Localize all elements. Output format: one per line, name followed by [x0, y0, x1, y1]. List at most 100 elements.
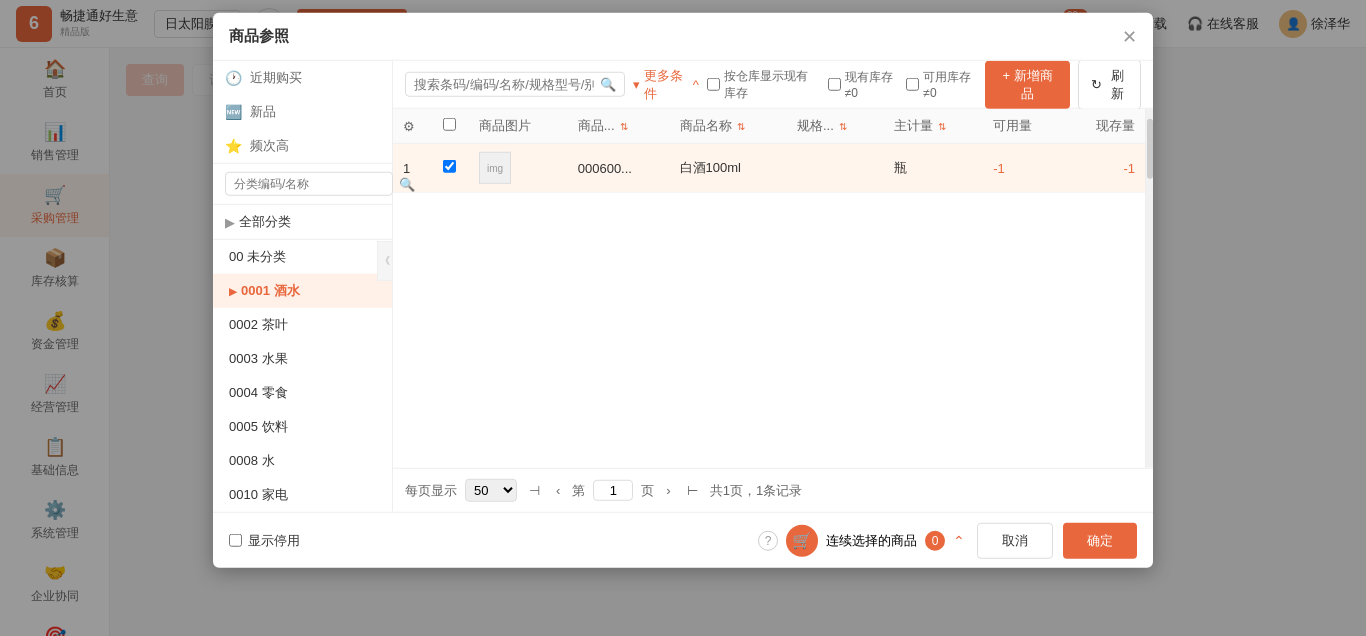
- modal-body: 🕐 近期购买 🆕 新品 ⭐ 频次高 《 🔍: [213, 61, 1153, 512]
- show-disabled-input[interactable]: [229, 534, 242, 547]
- show-disabled-checkbox[interactable]: 显示停用: [229, 531, 300, 549]
- cat-item-0005[interactable]: 0005 饮料: [213, 410, 392, 444]
- next-page-button[interactable]: ›: [662, 481, 674, 500]
- row-checkbox-cell: [433, 143, 469, 192]
- product-stock: -1: [1123, 160, 1135, 175]
- clock-icon: 🕐: [225, 70, 242, 86]
- table-body: 1 img 000600...: [393, 143, 1145, 192]
- warehouse-stock-checkbox[interactable]: 按仓库显示现有库存: [707, 67, 820, 101]
- quick-label-recent: 近期购买: [250, 69, 302, 87]
- cat-item-unclassified[interactable]: 00 未分类: [213, 240, 392, 274]
- row-checkbox[interactable]: [443, 160, 456, 173]
- th-available-label: 可用量: [993, 118, 1032, 133]
- search-icon[interactable]: 🔍: [399, 176, 415, 191]
- prev-page-button[interactable]: ‹: [552, 481, 564, 500]
- page-input[interactable]: [593, 480, 633, 501]
- refresh-button[interactable]: ↻ 刷新: [1078, 61, 1141, 110]
- checkbox-col-header: [433, 109, 469, 144]
- avail-nonzero-checkbox[interactable]: 可用库存≠0: [906, 69, 977, 100]
- collapse-button[interactable]: 《: [377, 241, 393, 281]
- cat-item-0001[interactable]: ▶ 0001 酒水: [213, 274, 392, 308]
- th-code[interactable]: 商品... ⇅: [568, 109, 670, 144]
- th-name[interactable]: 商品名称 ⇅: [670, 109, 787, 144]
- triangle-icon: ▶: [225, 214, 235, 229]
- shopping-cart-icon[interactable]: 🛒: [786, 524, 818, 556]
- cat-label-0001: 0001 酒水: [241, 282, 300, 300]
- row-stock-cell: -1: [1064, 143, 1145, 192]
- th-unit[interactable]: 主计量 ⇅: [884, 109, 984, 144]
- modal-header: 商品参照 ✕: [213, 13, 1153, 61]
- sort-icon-name: ⇅: [737, 121, 745, 132]
- stock-nonzero-input[interactable]: [828, 78, 841, 91]
- filter-icon: ▾: [633, 77, 640, 92]
- cat-item-0008[interactable]: 0008 水: [213, 444, 392, 478]
- th-spec[interactable]: 规格... ⇅: [787, 109, 884, 144]
- avail-nonzero-input[interactable]: [906, 78, 919, 91]
- product-unit: 瓶: [894, 160, 907, 175]
- add-product-button[interactable]: + 新增商品: [985, 61, 1070, 109]
- category-search: 🔍: [213, 164, 392, 205]
- scrollbar-thumb: [1147, 119, 1153, 179]
- product-table-wrap: ⚙ 商品图片 商品... ⇅: [393, 109, 1145, 468]
- row-image-cell: img: [469, 143, 568, 192]
- last-page-button[interactable]: ⊢: [683, 481, 702, 500]
- product-search-box: 🔍: [405, 72, 625, 97]
- table-container: ⚙ 商品图片 商品... ⇅: [393, 109, 1153, 468]
- search-icon[interactable]: 🔍: [600, 77, 616, 92]
- quick-label-frequent: 频次高: [250, 137, 289, 155]
- cat-label-0002: 0002 茶叶: [229, 316, 288, 334]
- cat-item-0002[interactable]: 0002 茶叶: [213, 308, 392, 342]
- product-search-input[interactable]: [414, 77, 594, 92]
- stock-nonzero-checkbox[interactable]: 现有库存≠0: [828, 69, 899, 100]
- cart-section: ? 🛒 连续选择的商品 0 ⌃: [758, 524, 965, 556]
- th-unit-label: 主计量: [894, 118, 933, 133]
- vertical-scrollbar[interactable]: [1145, 109, 1153, 468]
- cat-label-0008: 0008 水: [229, 452, 275, 470]
- row-spec-cell: [787, 143, 884, 192]
- settings-col-header: ⚙: [393, 109, 433, 144]
- quick-label-new: 新品: [250, 103, 276, 121]
- row-name-cell: 白酒100ml: [670, 143, 787, 192]
- new-icon: 🆕: [225, 104, 242, 120]
- collapse-cart-icon[interactable]: ⌃: [953, 532, 965, 548]
- stock-nonzero-label: 现有库存≠0: [845, 69, 899, 100]
- product-panel: 🔍 ▾ 更多条件 ^ 按仓库显示现有库存 现有库存≠0 可用库存≠0: [393, 61, 1153, 512]
- refresh-icon: ↻: [1091, 77, 1102, 92]
- cat-item-0004[interactable]: 0004 零食: [213, 376, 392, 410]
- filter-label: 更多条件: [644, 66, 689, 102]
- cancel-button[interactable]: 取消: [977, 522, 1053, 558]
- all-categories[interactable]: ▶ 全部分类: [213, 205, 392, 240]
- settings-icon[interactable]: ⚙: [403, 118, 415, 133]
- product-toolbar: 🔍 ▾ 更多条件 ^ 按仓库显示现有库存 现有库存≠0 可用库存≠0: [393, 61, 1153, 109]
- cat-label-0010: 0010 家电: [229, 486, 288, 504]
- row-unit-cell: 瓶: [884, 143, 984, 192]
- product-table: ⚙ 商品图片 商品... ⇅: [393, 109, 1145, 193]
- first-page-button[interactable]: ⊣: [525, 481, 544, 500]
- per-page-select[interactable]: 50 10 20 100: [465, 479, 517, 502]
- cat-label-0003: 0003 水果: [229, 350, 288, 368]
- quick-item-recent[interactable]: 🕐 近期购买: [213, 61, 392, 95]
- product-available: -1: [993, 160, 1005, 175]
- pagination: 每页显示 50 10 20 100 ⊣ ‹ 第 页 › ⊢ 共1页，1条记录: [393, 468, 1153, 512]
- quick-item-frequent[interactable]: ⭐ 频次高: [213, 129, 392, 163]
- category-panel: 🕐 近期购买 🆕 新品 ⭐ 频次高 《 🔍: [213, 61, 393, 512]
- help-icon[interactable]: ?: [758, 530, 778, 550]
- cat-code-00: 00 未分类: [229, 248, 286, 266]
- cat-item-0003[interactable]: 0003 水果: [213, 342, 392, 376]
- sort-icon-spec: ⇅: [839, 121, 847, 132]
- confirm-button[interactable]: 确定: [1063, 522, 1137, 558]
- warehouse-checkbox-input[interactable]: [707, 78, 720, 91]
- per-page-label: 每页显示: [405, 481, 457, 499]
- filter-button[interactable]: ▾ 更多条件 ^: [633, 66, 699, 102]
- th-image-label: 商品图片: [479, 118, 531, 133]
- category-search-input[interactable]: [225, 172, 393, 196]
- category-list: 00 未分类 ▶ 0001 酒水 0002 茶叶 0003 水果 0004 零食…: [213, 240, 392, 512]
- table-row[interactable]: 1 img 000600...: [393, 143, 1145, 192]
- quick-item-new[interactable]: 🆕 新品: [213, 95, 392, 129]
- avail-nonzero-label: 可用库存≠0: [923, 69, 977, 100]
- footer-actions: 取消 确定: [977, 522, 1137, 558]
- cat-item-0010[interactable]: 0010 家电: [213, 478, 392, 512]
- close-icon[interactable]: ✕: [1122, 25, 1137, 47]
- select-all-checkbox[interactable]: [443, 118, 456, 131]
- row-code-cell: 000600...: [568, 143, 670, 192]
